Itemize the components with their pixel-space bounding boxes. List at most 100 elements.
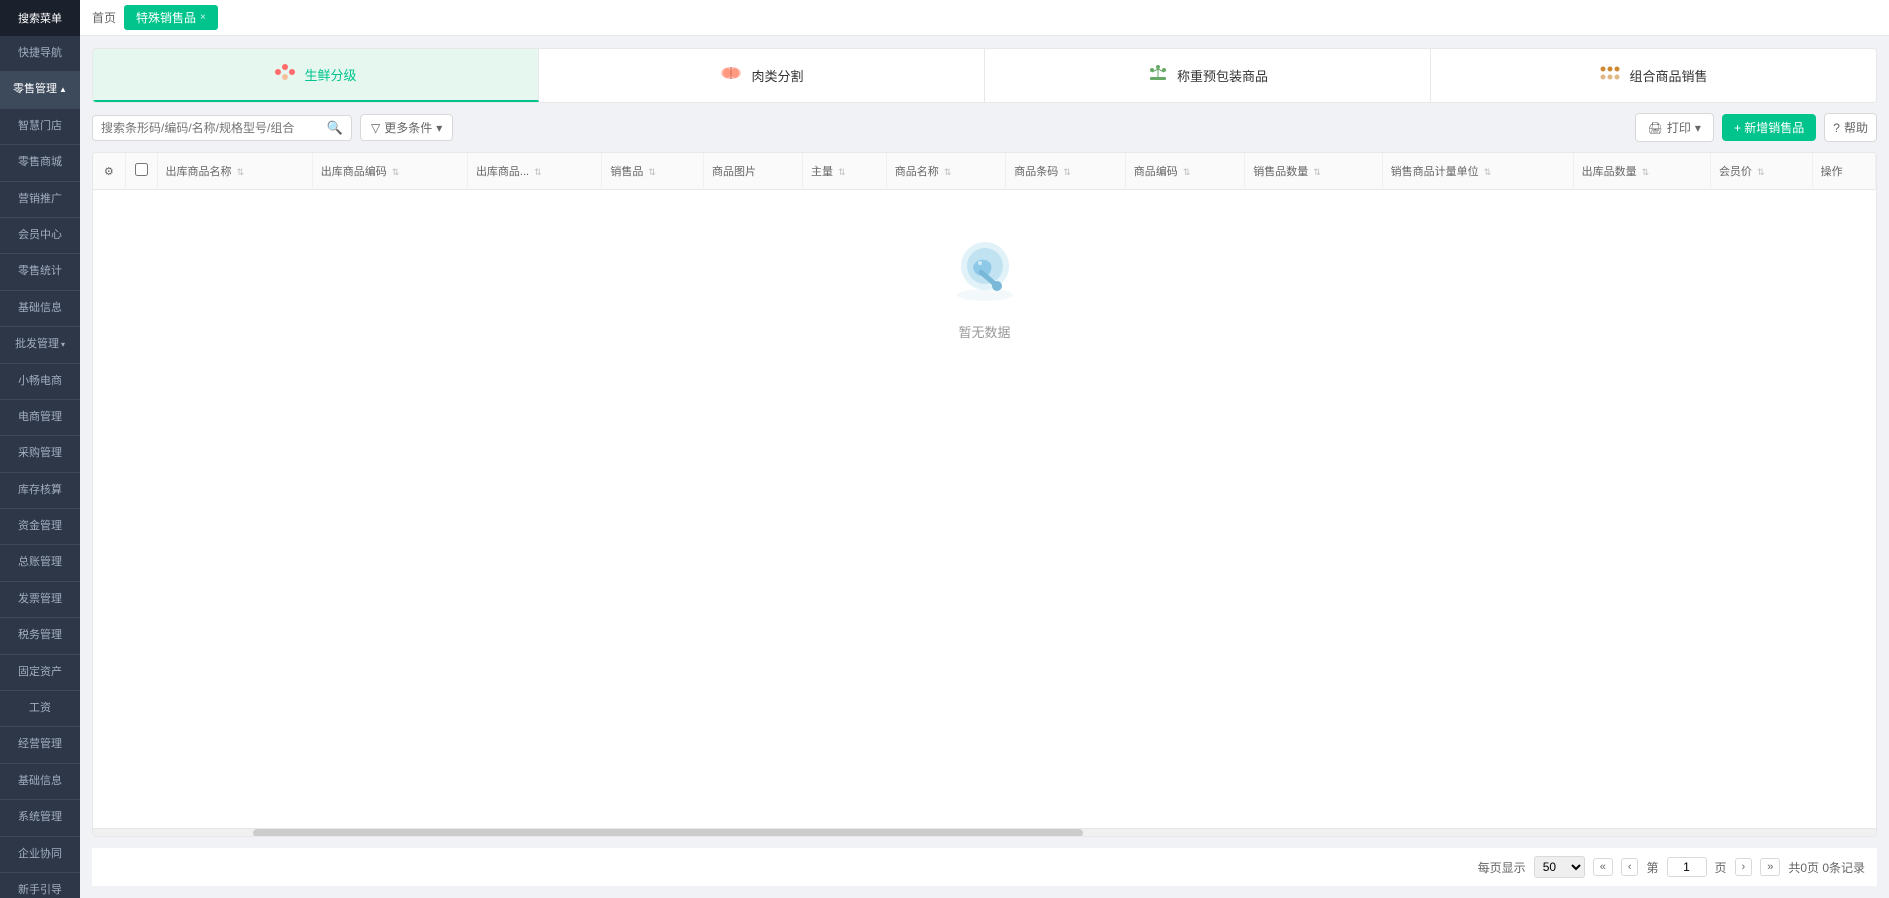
sort-icon[interactable]: ⇅	[1484, 167, 1492, 177]
sidebar-logo[interactable]: 搜索菜单	[0, 0, 80, 36]
print-arrow-icon: ▾	[1695, 121, 1701, 135]
sidebar-item-stock-check[interactable]: 库存核算	[0, 473, 80, 509]
sidebar-item-purchase-mgmt[interactable]: 采购管理	[0, 436, 80, 472]
th-member-price[interactable]: 会员价 ⇅	[1710, 153, 1812, 190]
search-box[interactable]: 🔍	[92, 115, 352, 141]
per-page-select[interactable]: 50 10 20 100	[1534, 856, 1585, 878]
sidebar-item-ecom-mgmt[interactable]: 电商管理	[0, 400, 80, 436]
th-checkbox[interactable]	[125, 153, 157, 190]
main-area: 首页 特殊销售品 × 生鲜分级	[80, 0, 1889, 898]
pagination: 每页显示 50 10 20 100 « ‹ 第 页 › » 共0页 0条记录	[92, 847, 1877, 886]
table-scroll[interactable]: ⚙ 出库商品名称 ⇅ 出库商品编码 ⇅	[93, 153, 1876, 828]
sidebar-item-salary[interactable]: 工资	[0, 691, 80, 727]
sidebar-item-retail-stats[interactable]: 零售统计	[0, 254, 80, 290]
table-wrapper: ⚙ 出库商品名称 ⇅ 出库商品编码 ⇅	[92, 152, 1877, 837]
empty-state-icon	[945, 230, 1025, 310]
sidebar-item-tax-mgmt[interactable]: 税务管理	[0, 618, 80, 654]
th-barcode[interactable]: 商品条码 ⇅	[1006, 153, 1126, 190]
cat-tab-fresh-grade[interactable]: 生鲜分级	[93, 49, 539, 102]
add-product-button[interactable]: + 新增销售品	[1722, 114, 1816, 141]
weight-pkg-icon	[1147, 64, 1169, 87]
sidebar-item-company-agreement[interactable]: 企业协同	[0, 837, 80, 873]
sort-icon[interactable]: ⇅	[648, 167, 656, 177]
sidebar-item-members[interactable]: 会员中心	[0, 218, 80, 254]
data-table: ⚙ 出库商品名称 ⇅ 出库商品编码 ⇅	[93, 153, 1876, 190]
select-all-checkbox[interactable]	[135, 163, 148, 176]
th-sale-item[interactable]: 销售品 ⇅	[602, 153, 704, 190]
sidebar-item-invoice-mgmt[interactable]: 发票管理	[0, 582, 80, 618]
settings-icon[interactable]: ⚙	[104, 166, 114, 178]
th-outlet-name[interactable]: 出库商品名称 ⇅	[157, 153, 312, 190]
sidebar-item-retail-mgmt[interactable]: 零售管理 ▲	[0, 72, 80, 108]
th-sale-unit[interactable]: 销售商品计量单位 ⇅	[1382, 153, 1573, 190]
th-product-code[interactable]: 商品编码 ⇅	[1125, 153, 1245, 190]
sidebar: 搜索菜单 快捷导航 零售管理 ▲ 智慧门店 零售商城 营销推广 会员中心 零售统…	[0, 0, 80, 898]
th-product-img[interactable]: 商品图片	[703, 153, 802, 190]
sidebar-item-basic-info2[interactable]: 基础信息	[0, 764, 80, 800]
topbar-home[interactable]: 首页	[92, 9, 116, 26]
sort-icon[interactable]: ⇅	[838, 167, 846, 177]
print-button[interactable]: 🖨 打印 ▾	[1635, 113, 1714, 142]
th-settings[interactable]: ⚙	[93, 153, 125, 190]
th-outlet-spec[interactable]: 出库商品... ⇅	[467, 153, 601, 190]
sidebar-item-retail-mall[interactable]: 零售商城	[0, 145, 80, 181]
cat-tab-weight-pkg[interactable]: 称重预包装商品	[985, 49, 1431, 102]
scroll-thumb[interactable]	[253, 829, 1083, 837]
sidebar-item-mini-ecom[interactable]: 小畅电商	[0, 364, 80, 400]
sidebar-item-wholesale-mgmt[interactable]: 批发管理 ▾	[0, 327, 80, 363]
sort-icon[interactable]: ⇅	[1063, 167, 1071, 177]
page-prev-button[interactable]: ‹	[1621, 858, 1639, 876]
sidebar-item-newbie-guide[interactable]: 新手引导	[0, 873, 80, 898]
help-icon: ?	[1833, 121, 1840, 135]
page-next-button[interactable]: ›	[1735, 858, 1753, 876]
category-tabs: 生鲜分级 肉类分割	[92, 48, 1877, 103]
content-area: 生鲜分级 肉类分割	[80, 36, 1889, 898]
close-tab-icon[interactable]: ×	[200, 12, 206, 23]
help-button[interactable]: ? 帮助	[1824, 113, 1877, 142]
empty-state: 暂无数据	[93, 190, 1876, 381]
search-input[interactable]	[101, 121, 327, 135]
sidebar-item-sys-mgmt[interactable]: 系统管理	[0, 800, 80, 836]
page-unit: 页	[1715, 859, 1727, 876]
page-number-input[interactable]	[1667, 857, 1707, 877]
sort-icon[interactable]: ⇅	[237, 167, 245, 177]
topbar: 首页 特殊销售品 ×	[80, 0, 1889, 36]
th-weight[interactable]: 主量 ⇅	[803, 153, 887, 190]
table-header-row: ⚙ 出库商品名称 ⇅ 出库商品编码 ⇅	[93, 153, 1876, 190]
horizontal-scrollbar[interactable]	[93, 828, 1876, 836]
combo-icon	[1599, 64, 1621, 87]
page-last-button[interactable]: »	[1760, 858, 1780, 876]
sidebar-item-fixed-assets[interactable]: 固定资产	[0, 655, 80, 691]
th-outlet-qty[interactable]: 出库品数量 ⇅	[1573, 153, 1710, 190]
sidebar-item-basic-info[interactable]: 基础信息	[0, 291, 80, 327]
sort-icon[interactable]: ⇅	[1642, 167, 1650, 177]
print-icon: 🖨	[1648, 121, 1663, 135]
cat-tab-combo[interactable]: 组合商品销售	[1431, 49, 1876, 102]
sort-icon[interactable]: ⇅	[1757, 167, 1765, 177]
sidebar-item-quick-nav[interactable]: 快捷导航	[0, 36, 80, 72]
sidebar-item-ops-mgmt[interactable]: 经营管理	[0, 727, 80, 763]
th-outlet-code[interactable]: 出库商品编码 ⇅	[312, 153, 467, 190]
th-product-name[interactable]: 商品名称 ⇅	[886, 153, 1006, 190]
toolbar-left: 🔍 ▽ 更多条件 ▾	[92, 114, 453, 141]
search-icon[interactable]: 🔍	[327, 120, 343, 136]
topbar-active-tab[interactable]: 特殊销售品 ×	[124, 5, 218, 30]
page-first-button[interactable]: «	[1593, 858, 1613, 876]
sort-icon[interactable]: ⇅	[1313, 167, 1321, 177]
sort-icon[interactable]: ⇅	[1183, 167, 1191, 177]
cat-tab-meat-cut[interactable]: 肉类分割	[539, 49, 985, 102]
sidebar-item-smart-store[interactable]: 智慧门店	[0, 109, 80, 145]
sort-icon[interactable]: ⇅	[534, 167, 542, 177]
th-sale-qty[interactable]: 销售品数量 ⇅	[1245, 153, 1382, 190]
sort-icon[interactable]: ⇅	[392, 167, 400, 177]
meat-cut-icon	[719, 64, 743, 87]
th-action: 操作	[1812, 153, 1875, 190]
sidebar-item-general-ledger[interactable]: 总账管理	[0, 545, 80, 581]
page-label: 第	[1646, 859, 1658, 876]
sidebar-item-sales-promo[interactable]: 营销推广	[0, 182, 80, 218]
sidebar-item-fund-mgmt[interactable]: 资金管理	[0, 509, 80, 545]
fresh-grade-icon	[274, 63, 296, 86]
filter-button[interactable]: ▽ 更多条件 ▾	[360, 114, 453, 141]
filter-arrow-icon: ▾	[436, 121, 442, 135]
sort-icon[interactable]: ⇅	[944, 167, 952, 177]
